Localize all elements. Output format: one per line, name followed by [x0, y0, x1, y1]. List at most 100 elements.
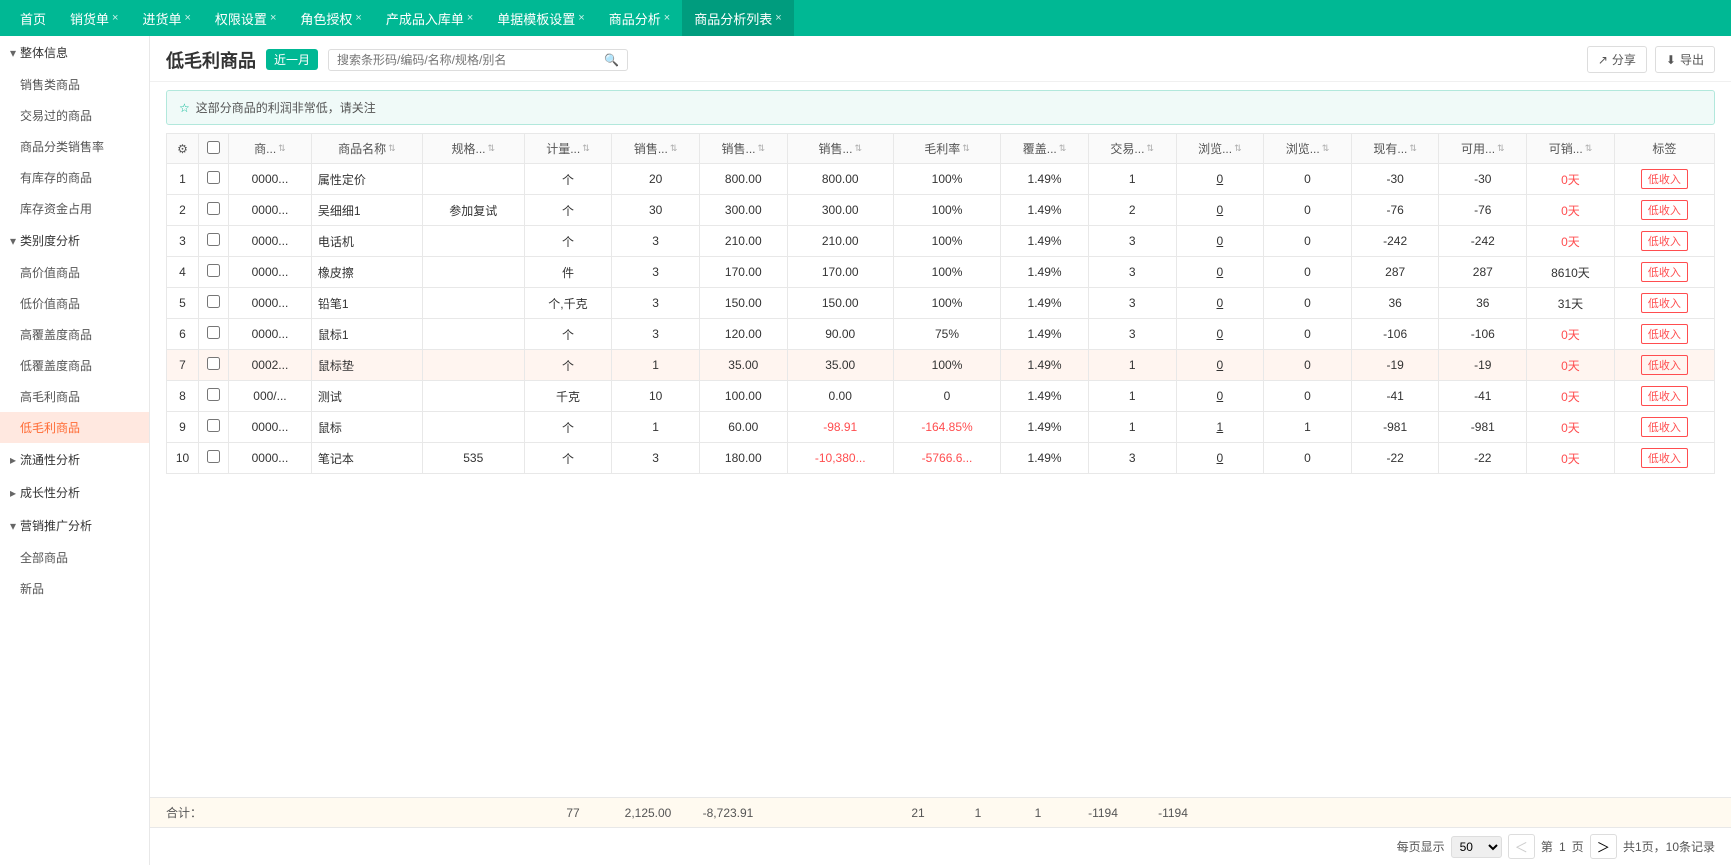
- sidebar-group-overall[interactable]: ▾ 整体信息: [0, 36, 149, 69]
- sort-icon-available[interactable]: ⇅: [1497, 143, 1505, 154]
- cell-checkbox[interactable]: [199, 164, 229, 195]
- nav-close-template[interactable]: ×: [578, 12, 584, 24]
- per-page-select[interactable]: 50 20 100: [1451, 836, 1502, 858]
- row-checkbox[interactable]: [207, 264, 220, 277]
- sort-icon-name[interactable]: ⇅: [388, 143, 396, 154]
- cell-checkbox[interactable]: [199, 226, 229, 257]
- cell-checkbox[interactable]: [199, 443, 229, 474]
- cell-checkbox[interactable]: [199, 288, 229, 319]
- col-view2[interactable]: 浏览... ⇅: [1264, 134, 1352, 164]
- sort-icon-sale-amount[interactable]: ⇅: [854, 143, 862, 154]
- cell-view1[interactable]: 0: [1176, 195, 1264, 226]
- date-filter-badge[interactable]: 近一月: [266, 49, 318, 70]
- col-unit[interactable]: 计量... ⇅: [524, 134, 612, 164]
- cell-view1[interactable]: 0: [1176, 381, 1264, 412]
- sidebar-item-inventory-fund[interactable]: 库存资金占用: [0, 193, 149, 224]
- sidebar-item-high-value[interactable]: 高价值商品: [0, 257, 149, 288]
- row-checkbox[interactable]: [207, 388, 220, 401]
- nav-close-product-inbound[interactable]: ×: [467, 12, 473, 24]
- cell-view1[interactable]: 0: [1176, 226, 1264, 257]
- cell-checkbox[interactable]: [199, 381, 229, 412]
- col-view1[interactable]: 浏览... ⇅: [1176, 134, 1264, 164]
- sort-icon-spec[interactable]: ⇅: [488, 143, 496, 154]
- nav-product-inbound[interactable]: 产成品入库单 ×: [374, 0, 485, 36]
- cell-view1[interactable]: 0: [1176, 350, 1264, 381]
- col-settings[interactable]: ⚙: [167, 134, 199, 164]
- col-checkbox[interactable]: [199, 134, 229, 164]
- row-checkbox[interactable]: [207, 171, 220, 184]
- col-sale-amount[interactable]: 销售... ⇅: [787, 134, 893, 164]
- row-checkbox[interactable]: [207, 450, 220, 463]
- sort-icon-code[interactable]: ⇅: [278, 143, 286, 154]
- col-saleable[interactable]: 可销... ⇅: [1527, 134, 1615, 164]
- sidebar-item-all-goods[interactable]: 全部商品: [0, 542, 149, 573]
- cell-checkbox[interactable]: [199, 195, 229, 226]
- row-checkbox[interactable]: [207, 357, 220, 370]
- col-available[interactable]: 可用... ⇅: [1439, 134, 1527, 164]
- share-button[interactable]: ↗ 分享: [1587, 46, 1647, 73]
- sort-icon-sale-price[interactable]: ⇅: [758, 143, 766, 154]
- cell-view1[interactable]: 0: [1176, 164, 1264, 195]
- sidebar-group-growth[interactable]: ▸ 成长性分析: [0, 476, 149, 509]
- nav-home[interactable]: 首页: [8, 0, 58, 36]
- sidebar-group-category[interactable]: ▾ 类别度分析: [0, 224, 149, 257]
- row-checkbox[interactable]: [207, 326, 220, 339]
- sidebar-item-high-margin[interactable]: 高毛利商品: [0, 381, 149, 412]
- sidebar-item-category-rate[interactable]: 商品分类销售率: [0, 131, 149, 162]
- prev-page-button[interactable]: ＜: [1508, 834, 1535, 859]
- search-box[interactable]: 🔍: [328, 49, 628, 71]
- nav-sales[interactable]: 销货单 ×: [58, 0, 130, 36]
- row-checkbox[interactable]: [207, 202, 220, 215]
- select-all-checkbox[interactable]: [207, 141, 220, 154]
- sidebar-item-new-goods[interactable]: 新品: [0, 573, 149, 604]
- col-name[interactable]: 商品名称 ⇅: [311, 134, 422, 164]
- col-tag[interactable]: 标签: [1614, 134, 1714, 164]
- search-input[interactable]: [337, 53, 604, 67]
- sidebar-group-liquidity[interactable]: ▸ 流通性分析: [0, 443, 149, 476]
- sort-icon-saleable[interactable]: ⇅: [1585, 143, 1593, 154]
- sort-icon-gross-rate[interactable]: ⇅: [962, 143, 970, 154]
- sidebar-group-marketing[interactable]: ▾ 营销推广分析: [0, 509, 149, 542]
- col-sale-qty[interactable]: 销售... ⇅: [612, 134, 700, 164]
- nav-close-roles[interactable]: ×: [355, 12, 361, 24]
- nav-close-sales[interactable]: ×: [112, 12, 118, 24]
- sort-icon-view2[interactable]: ⇅: [1322, 143, 1330, 154]
- cell-view1[interactable]: 0: [1176, 288, 1264, 319]
- col-sale-price[interactable]: 销售... ⇅: [699, 134, 787, 164]
- nav-template[interactable]: 单据模板设置 ×: [485, 0, 596, 36]
- sidebar-item-stock-goods[interactable]: 有库存的商品: [0, 162, 149, 193]
- nav-goods-analysis[interactable]: 商品分析 ×: [597, 0, 682, 36]
- sidebar-item-low-margin[interactable]: 低毛利商品: [0, 412, 149, 443]
- col-spec[interactable]: 规格... ⇅: [422, 134, 524, 164]
- cell-checkbox[interactable]: [199, 350, 229, 381]
- col-coverage[interactable]: 覆盖... ⇅: [1001, 134, 1089, 164]
- row-checkbox[interactable]: [207, 233, 220, 246]
- sidebar-item-traded-goods[interactable]: 交易过的商品: [0, 100, 149, 131]
- next-page-button[interactable]: ＞: [1590, 834, 1617, 859]
- sort-icon-sale-qty[interactable]: ⇅: [670, 143, 678, 154]
- cell-view1[interactable]: 0: [1176, 319, 1264, 350]
- nav-goods-analysis-list[interactable]: 商品分析列表 ×: [682, 0, 793, 36]
- sort-icon-coverage[interactable]: ⇅: [1059, 143, 1067, 154]
- col-code[interactable]: 商... ⇅: [229, 134, 312, 164]
- col-trade[interactable]: 交易... ⇅: [1088, 134, 1176, 164]
- table-container[interactable]: ⚙ 商... ⇅ 商品名称: [150, 133, 1731, 797]
- cell-view1[interactable]: 1: [1176, 412, 1264, 443]
- cell-view1[interactable]: 0: [1176, 257, 1264, 288]
- sort-icon-trade[interactable]: ⇅: [1146, 143, 1154, 154]
- row-checkbox[interactable]: [207, 419, 220, 432]
- sort-icon-view1[interactable]: ⇅: [1234, 143, 1242, 154]
- sidebar-item-sales-goods[interactable]: 销售类商品: [0, 69, 149, 100]
- sidebar-item-low-value[interactable]: 低价值商品: [0, 288, 149, 319]
- sort-icon-current[interactable]: ⇅: [1409, 143, 1417, 154]
- nav-purchase[interactable]: 进货单 ×: [130, 0, 202, 36]
- cell-view1[interactable]: 0: [1176, 443, 1264, 474]
- export-button[interactable]: ⬇ 导出: [1655, 46, 1715, 73]
- col-current[interactable]: 现有... ⇅: [1351, 134, 1439, 164]
- cell-checkbox[interactable]: [199, 319, 229, 350]
- nav-close-goods-analysis[interactable]: ×: [664, 12, 670, 24]
- col-gross-rate[interactable]: 毛利率 ⇅: [893, 134, 1000, 164]
- sidebar-item-low-coverage[interactable]: 低覆盖度商品: [0, 350, 149, 381]
- sidebar-item-high-coverage[interactable]: 高覆盖度商品: [0, 319, 149, 350]
- sort-icon-unit[interactable]: ⇅: [582, 143, 590, 154]
